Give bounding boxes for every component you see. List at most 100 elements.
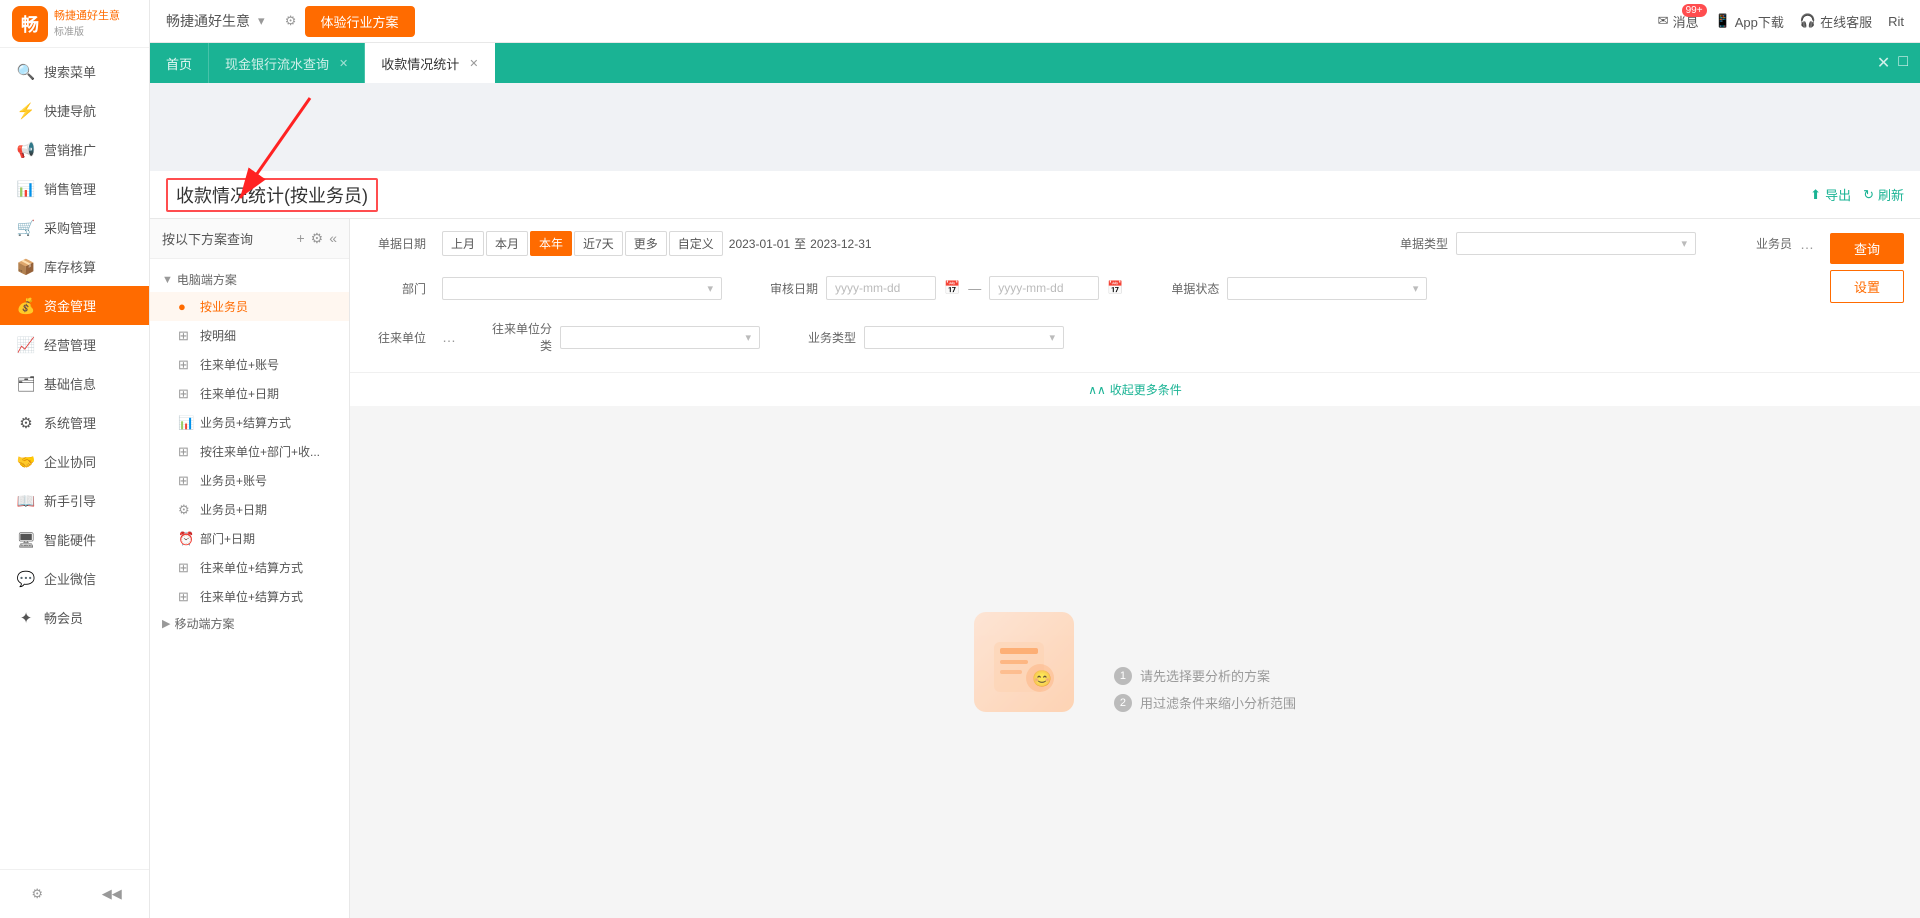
tabbar: 首页 现金银行流水查询 ✕ 收款情况统计 ✕ ✕ □ bbox=[150, 43, 1920, 83]
logo-icon: 畅 bbox=[12, 6, 48, 42]
tab-receipt-stats-close[interactable]: ✕ bbox=[469, 57, 478, 70]
settings-btn[interactable]: 设置 bbox=[1830, 270, 1904, 303]
scheme-item-by-salesperson[interactable]: ● 按业务员 bbox=[150, 292, 349, 321]
dept-select[interactable]: ▾ bbox=[442, 277, 722, 300]
filter-row-1: 单据日期 上月 本月 本年 近7天 更多 自定义 bbox=[366, 231, 1814, 256]
topbar-gear-btn[interactable]: ⚙ bbox=[277, 7, 305, 35]
window-close-icon[interactable]: ✕ bbox=[1877, 53, 1890, 73]
topbar-app-download-btn[interactable]: 📱 App下载 bbox=[1715, 12, 1784, 31]
topbar-dropdown-icon[interactable]: ▾ bbox=[258, 13, 265, 29]
sidebar-item-quick-nav[interactable]: ⚡ 快捷导航 bbox=[0, 91, 149, 130]
scheme-group-mobile-header[interactable]: ▶ 移动端方案 bbox=[150, 611, 349, 636]
sidebar-item-base-info[interactable]: 🗂 基础信息 bbox=[0, 364, 149, 403]
export-btn[interactable]: ⬆ 导出 bbox=[1810, 185, 1851, 204]
calendar-to-icon[interactable]: 📅 bbox=[1107, 280, 1123, 296]
scheme-item-salesperson-date[interactable]: ⚙ 业务员+日期 bbox=[150, 495, 349, 524]
date-label: 单据日期 bbox=[366, 235, 426, 252]
query-btn[interactable]: 查询 bbox=[1830, 233, 1904, 264]
scheme-item-by-detail[interactable]: ⊞ 按明细 bbox=[150, 321, 349, 350]
collapse-icon: ∧∧ bbox=[1088, 383, 1106, 397]
sidebar-item-weixin[interactable]: 💬 企业微信 bbox=[0, 559, 149, 598]
business-type-select[interactable]: ▾ bbox=[864, 326, 1064, 349]
message-icon: ✉ bbox=[1658, 13, 1669, 29]
scheme-item-icon-detail: ⊞ bbox=[178, 328, 194, 344]
topbar-message-btn[interactable]: ✉ 消息 99+ bbox=[1658, 12, 1699, 31]
filter-area: 单据日期 上月 本月 本年 近7天 更多 自定义 bbox=[350, 219, 1920, 918]
counter-unit-more-icon[interactable]: … bbox=[442, 329, 456, 345]
counter-unit-category-label: 往来单位分类 bbox=[492, 320, 552, 354]
date-tab-last-month[interactable]: 上月 bbox=[442, 231, 484, 256]
trial-btn[interactable]: 体验行业方案 bbox=[305, 6, 415, 37]
scheme-settings-btn[interactable]: ⚙ bbox=[311, 230, 324, 247]
scheme-item-unit-settlement1[interactable]: ⊞ 往来单位+结算方式 bbox=[150, 553, 349, 582]
sidebar-footer: ⚙ ◀◀ bbox=[0, 869, 149, 918]
scheme-item-icon-unit-account: ⊞ bbox=[178, 357, 194, 373]
refresh-btn[interactable]: ↻ 刷新 bbox=[1863, 185, 1904, 204]
refresh-icon: ↻ bbox=[1863, 187, 1874, 203]
sidebar-collapse-btn[interactable]: ◀◀ bbox=[75, 878, 150, 910]
review-date-label: 审核日期 bbox=[758, 280, 818, 297]
scheme-collapse-btn[interactable]: « bbox=[329, 230, 337, 247]
window-maximize-icon[interactable]: □ bbox=[1898, 53, 1908, 73]
sidebar-item-sales[interactable]: 📊 销售管理 bbox=[0, 169, 149, 208]
sidebar-item-guide[interactable]: 📖 新手引导 bbox=[0, 481, 149, 520]
sidebar-item-operation[interactable]: 📈 经营管理 bbox=[0, 325, 149, 364]
sidebar-item-hardware[interactable]: 🖥 智能硬件 bbox=[0, 520, 149, 559]
tab-receipt-stats[interactable]: 收款情况统计 ✕ bbox=[365, 43, 495, 83]
sidebar-item-purchase[interactable]: 🛒 采购管理 bbox=[0, 208, 149, 247]
sidebar-item-search[interactable]: 🔍 搜索菜单 bbox=[0, 52, 149, 91]
empty-tips: 1 请先选择要分析的方案 2 用过滤条件来缩小分析范围 bbox=[1114, 666, 1296, 712]
review-date-from[interactable]: yyyy-mm-dd bbox=[826, 276, 936, 300]
date-tabs: 上月 本月 本年 近7天 更多 自定义 bbox=[442, 231, 723, 256]
scheme-item-icon-salesperson: ● bbox=[178, 299, 194, 314]
date-tab-this-month[interactable]: 本月 bbox=[486, 231, 528, 256]
tab-home[interactable]: 首页 bbox=[150, 43, 209, 83]
operation-icon: 📈 bbox=[16, 336, 36, 354]
scheme-item-icon-salesperson-account: ⊞ bbox=[178, 473, 194, 489]
calendar-from-icon[interactable]: 📅 bbox=[944, 280, 960, 296]
tab-bank-flow-close[interactable]: ✕ bbox=[339, 57, 348, 70]
message-badge: 99+ bbox=[1682, 4, 1707, 17]
scheme-item-icon-unit-settlement2: ⊞ bbox=[178, 589, 194, 605]
sidebar-item-marketing[interactable]: 📢 营销推广 bbox=[0, 130, 149, 169]
review-date-to[interactable]: yyyy-mm-dd bbox=[989, 276, 1099, 300]
scheme-item-unit-date[interactable]: ⊞ 往来单位+日期 bbox=[150, 379, 349, 408]
voucher-status-select[interactable]: ▾ bbox=[1227, 277, 1427, 300]
marketing-icon: 📢 bbox=[16, 141, 36, 159]
counter-unit-category-select[interactable]: ▾ bbox=[560, 326, 760, 349]
scheme-item-unit-account[interactable]: ⊞ 往来单位+账号 bbox=[150, 350, 349, 379]
system-icon: ⚙ bbox=[16, 414, 36, 432]
topbar-online-service-btn[interactable]: 🎧 在线客服 bbox=[1800, 12, 1872, 31]
tab-bank-flow[interactable]: 现金银行流水查询 ✕ bbox=[209, 43, 365, 83]
voucher-type-select[interactable]: ▾ bbox=[1456, 232, 1696, 255]
voucher-status-dropdown-icon: ▾ bbox=[1413, 282, 1419, 295]
date-tab-custom[interactable]: 自定义 bbox=[669, 231, 723, 256]
sidebar-item-enterprise[interactable]: 🤝 企业协同 bbox=[0, 442, 149, 481]
scheme-item-salesperson-settlement[interactable]: 📊 业务员+结算方式 bbox=[150, 408, 349, 437]
topbar-user[interactable]: Rit bbox=[1888, 14, 1904, 29]
sidebar-item-member[interactable]: ✦ 畅会员 bbox=[0, 598, 149, 637]
scheme-item-unit-settlement2[interactable]: ⊞ 往来单位+结算方式 bbox=[150, 582, 349, 611]
sidebar-nav: 🔍 搜索菜单 ⚡ 快捷导航 📢 营销推广 📊 销售管理 🛒 采购管理 📦 bbox=[0, 48, 149, 869]
sidebar-item-finance[interactable]: 💰 资金管理 bbox=[0, 286, 149, 325]
search-icon: 🔍 bbox=[16, 63, 36, 81]
service-icon: 🎧 bbox=[1800, 13, 1816, 29]
scheme-panel-title: 按以下方案查询 bbox=[162, 229, 290, 248]
sidebar-item-system[interactable]: ⚙ 系统管理 bbox=[0, 403, 149, 442]
scheme-item-salesperson-account[interactable]: ⊞ 业务员+账号 bbox=[150, 466, 349, 495]
scheme-add-btn[interactable]: + bbox=[296, 230, 304, 247]
salesperson-more-icon[interactable]: … bbox=[1800, 236, 1814, 252]
sidebar-settings-btn[interactable]: ⚙ bbox=[0, 878, 75, 910]
dept-label: 部门 bbox=[366, 280, 426, 297]
date-tab-7days[interactable]: 近7天 bbox=[574, 231, 623, 256]
date-tab-more[interactable]: 更多 bbox=[625, 231, 667, 256]
counter-unit-category-dropdown-icon: ▾ bbox=[745, 331, 751, 344]
scheme-item-icon-unit-dept: ⊞ bbox=[178, 444, 194, 460]
date-tab-this-year[interactable]: 本年 bbox=[530, 231, 572, 256]
scheme-group-desktop-header[interactable]: ▼ 电脑端方案 bbox=[150, 267, 349, 292]
app-icon: 📱 bbox=[1715, 13, 1731, 29]
scheme-item-dept-date[interactable]: ⏰ 部门+日期 bbox=[150, 524, 349, 553]
sidebar-item-inventory[interactable]: 📦 库存核算 bbox=[0, 247, 149, 286]
scheme-item-unit-dept-receipt[interactable]: ⊞ 按往来单位+部门+收... bbox=[150, 437, 349, 466]
collapse-more-btn[interactable]: ∧∧ 收起更多条件 bbox=[350, 372, 1920, 406]
